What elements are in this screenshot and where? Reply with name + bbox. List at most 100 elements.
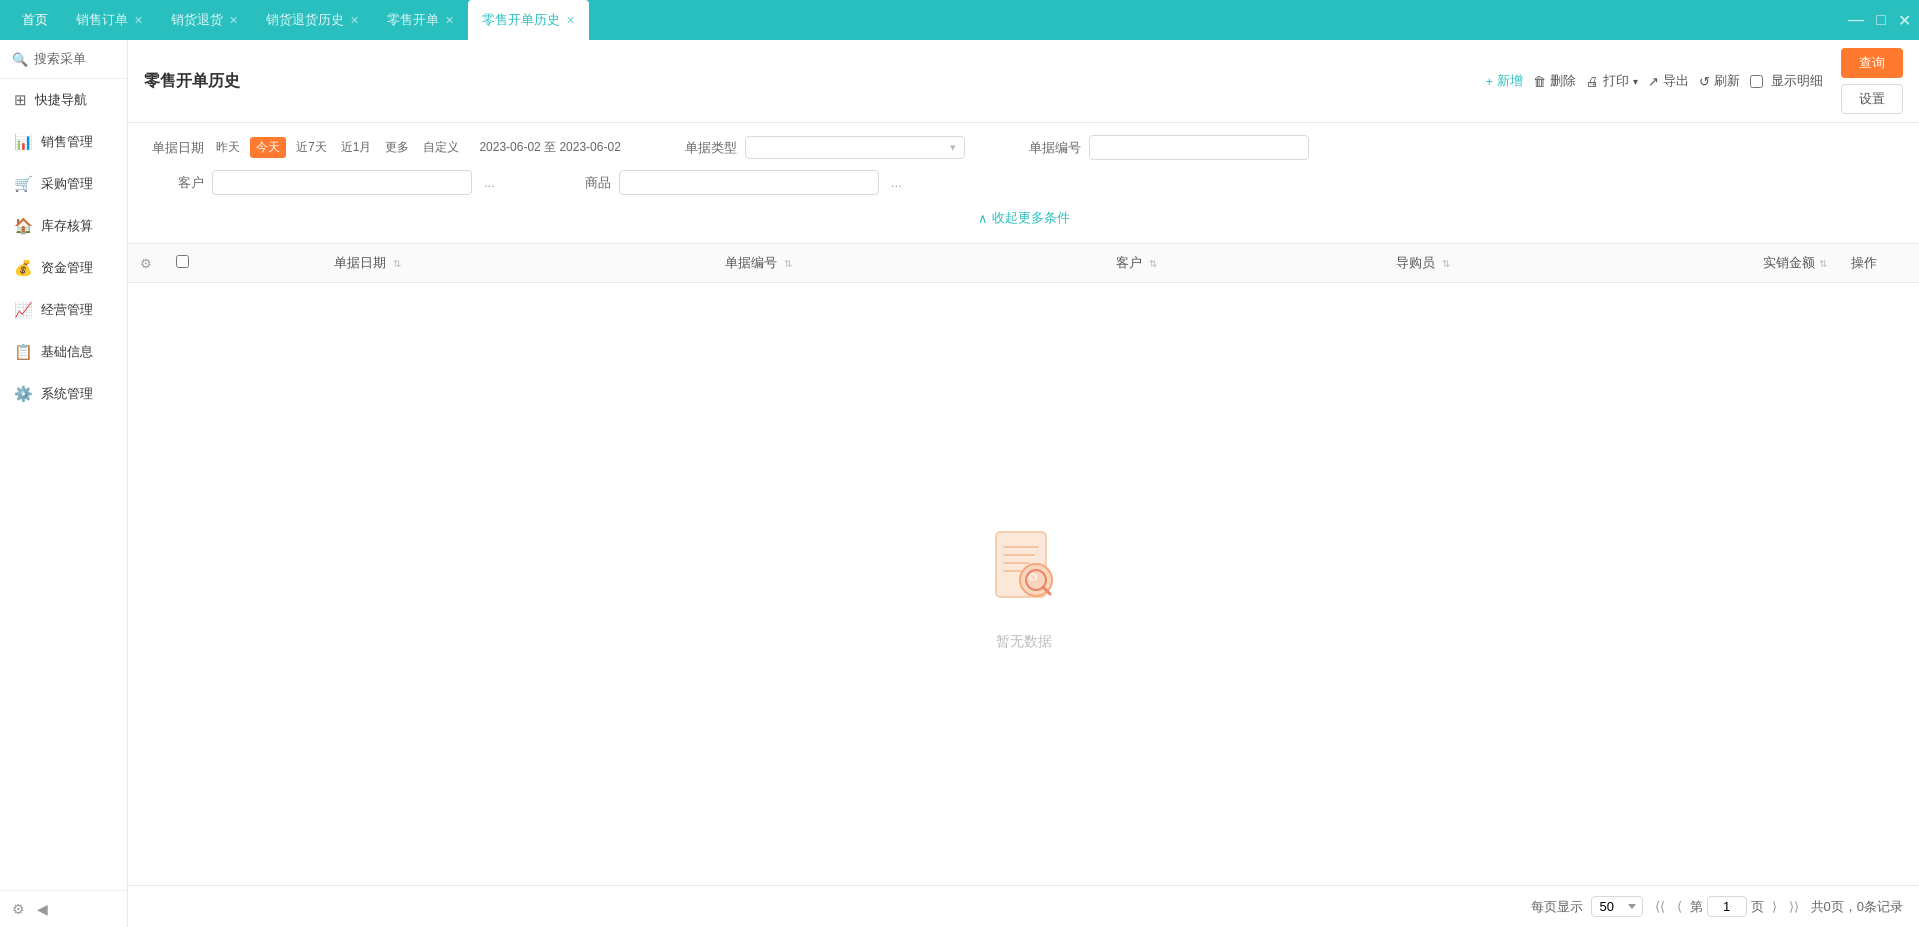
page-number-input[interactable]: [1707, 896, 1747, 917]
table-settings-icon[interactable]: ⚙: [140, 256, 152, 271]
export-button[interactable]: ↗ 导出: [1648, 72, 1689, 90]
th-guide[interactable]: 导购员: [1384, 244, 1719, 283]
tab-sales-order-close[interactable]: ✕: [134, 14, 143, 27]
tab-home[interactable]: 首页: [8, 0, 62, 40]
minimize-button[interactable]: —: [1848, 11, 1864, 30]
goods-dots-button[interactable]: ...: [891, 175, 902, 190]
date-filter: 昨天 今天 近7天 近1月 更多 自定义: [212, 137, 463, 158]
sidebar-item-sales-mgmt[interactable]: 📊 销售管理: [0, 121, 127, 163]
add-icon: +: [1485, 74, 1493, 89]
type-field: 单据类型 ▾: [681, 136, 965, 159]
search-row-2: 客户 ... 商品 ...: [148, 170, 1899, 195]
number-label: 单据编号: [1025, 139, 1081, 157]
display-button[interactable]: 显示明细: [1750, 72, 1823, 90]
th-number[interactable]: 单据编号: [713, 244, 1104, 283]
number-input[interactable]: [1089, 135, 1309, 160]
tab-sales-return-history-label: 销货退货历史: [266, 11, 344, 29]
type-select[interactable]: ▾: [745, 136, 965, 159]
tab-sales-return[interactable]: 销货退货 ✕: [157, 0, 252, 40]
purchase-icon: 🛒: [14, 175, 33, 193]
content-area: 零售开单历史 + 新增 🗑 删除 🖨 打印 ▾ ↗ 导出: [128, 40, 1919, 927]
tab-retail-open-history-close[interactable]: ✕: [566, 14, 575, 27]
th-amount: 实销金额 ⇅: [1719, 244, 1839, 283]
1month-btn[interactable]: 近1月: [337, 137, 376, 158]
print-label: 打印: [1603, 72, 1629, 90]
tab-home-label: 首页: [22, 11, 48, 29]
tab-sales-return-close[interactable]: ✕: [229, 14, 238, 27]
customer-label: 客户: [148, 174, 204, 192]
th-customer[interactable]: 客户: [1104, 244, 1384, 283]
tab-sales-return-label: 销货退货: [171, 11, 223, 29]
tab-sales-order[interactable]: 销售订单 ✕: [62, 0, 157, 40]
sidebar-search[interactable]: 🔍 搜索采单: [0, 40, 127, 79]
select-all-checkbox[interactable]: [176, 255, 189, 268]
close-button[interactable]: ✕: [1898, 11, 1911, 30]
sidebar-item-inventory-label: 库存核算: [41, 217, 93, 235]
last-page-button[interactable]: ⟩⟩: [1785, 897, 1803, 916]
custom-btn[interactable]: 自定义: [419, 137, 463, 158]
tab-retail-open-close[interactable]: ✕: [445, 14, 454, 27]
page-label: 第: [1690, 898, 1703, 916]
sidebar-item-inventory[interactable]: 🏠 库存核算: [0, 205, 127, 247]
sidebar-item-system[interactable]: ⚙️ 系统管理: [0, 373, 127, 415]
next-page-button[interactable]: ⟩: [1768, 897, 1781, 916]
yesterday-btn[interactable]: 昨天: [212, 137, 244, 158]
goods-input[interactable]: [619, 170, 879, 195]
sidebar-item-purchase-mgmt-label: 采购管理: [41, 175, 93, 193]
maximize-button[interactable]: □: [1876, 11, 1886, 30]
empty-state: 暂无数据: [128, 283, 1919, 885]
sidebar-collapse-button[interactable]: ◀: [37, 901, 48, 917]
refresh-button[interactable]: ↺ 刷新: [1699, 72, 1740, 90]
page-title: 零售开单历史: [144, 71, 1485, 92]
tab-retail-open[interactable]: 零售开单 ✕: [373, 0, 468, 40]
sidebar-item-basic-info-label: 基础信息: [41, 343, 93, 361]
customer-field: 客户 ...: [148, 170, 495, 195]
tab-sales-return-history-close[interactable]: ✕: [350, 14, 359, 27]
goods-label: 商品: [555, 174, 611, 192]
sidebar-item-operation[interactable]: 📈 经营管理: [0, 289, 127, 331]
today-btn[interactable]: 今天: [250, 137, 286, 158]
delete-button[interactable]: 🗑 删除: [1533, 72, 1576, 90]
7days-btn[interactable]: 近7天: [292, 137, 331, 158]
tab-retail-open-history[interactable]: 零售开单历史 ✕: [468, 0, 589, 40]
first-page-button[interactable]: ⟨⟨: [1651, 897, 1669, 916]
page-size-label: 每页显示: [1531, 898, 1583, 916]
toolbar-actions: + 新增 🗑 删除 🖨 打印 ▾ ↗ 导出 ↺ 刷新: [1485, 48, 1903, 114]
date-field: 单据日期 昨天 今天 近7天 近1月 更多 自定义 2023-06-02 至 2…: [148, 137, 621, 158]
sales-icon: 📊: [14, 133, 33, 151]
page-label-end: 页: [1751, 898, 1764, 916]
sidebar-item-sales-mgmt-label: 销售管理: [41, 133, 93, 151]
th-date[interactable]: 单据日期: [322, 244, 713, 283]
th-settings[interactable]: ⚙: [128, 244, 164, 283]
customer-input[interactable]: [212, 170, 472, 195]
th-checkbox[interactable]: [164, 244, 322, 283]
search-icon: 🔍: [12, 52, 28, 67]
sidebar-item-operation-label: 经营管理: [41, 301, 93, 319]
add-button[interactable]: + 新增: [1485, 72, 1523, 90]
th-actions: 操作: [1839, 244, 1919, 283]
data-table: ⚙ 单据日期 单据编号 客户: [128, 244, 1919, 283]
print-button[interactable]: 🖨 打印 ▾: [1586, 72, 1638, 90]
customer-dots-button[interactable]: ...: [484, 175, 495, 190]
date-label: 单据日期: [148, 139, 204, 157]
th-amount-sort-icon[interactable]: ⇅: [1819, 258, 1827, 269]
basic-info-icon: 📋: [14, 343, 33, 361]
settings-button[interactable]: 设置: [1841, 84, 1903, 114]
sidebar-item-quick-nav[interactable]: ⊞ 快捷导航: [0, 79, 127, 121]
sidebar: 🔍 搜索采单 ⊞ 快捷导航 📊 销售管理 🛒 采购管理 🏠 库存核算 💰 资金管…: [0, 40, 128, 927]
query-button[interactable]: 查询: [1841, 48, 1903, 78]
sidebar-item-purchase-mgmt[interactable]: 🛒 采购管理: [0, 163, 127, 205]
sidebar-item-finance[interactable]: 💰 资金管理: [0, 247, 127, 289]
search-panel: 单据日期 昨天 今天 近7天 近1月 更多 自定义 2023-06-02 至 2…: [128, 123, 1919, 244]
collapse-bar[interactable]: ∧ 收起更多条件: [148, 205, 1899, 231]
empty-illustration: [974, 517, 1074, 617]
prev-page-button[interactable]: ⟨: [1673, 897, 1686, 916]
sidebar-item-basic-info[interactable]: 📋 基础信息: [0, 331, 127, 373]
pagination: 每页显示 20 50 100 ⟨⟨ ⟨ 第 页 ⟩ ⟩⟩ 共0页，0条记录: [128, 885, 1919, 927]
display-checkbox[interactable]: [1750, 75, 1763, 88]
more-btn[interactable]: 更多: [381, 137, 413, 158]
tab-sales-return-history[interactable]: 销货退货历史 ✕: [252, 0, 373, 40]
export-label: 导出: [1663, 72, 1689, 90]
page-size-select[interactable]: 20 50 100: [1591, 896, 1643, 917]
sidebar-settings-button[interactable]: ⚙: [12, 901, 25, 917]
